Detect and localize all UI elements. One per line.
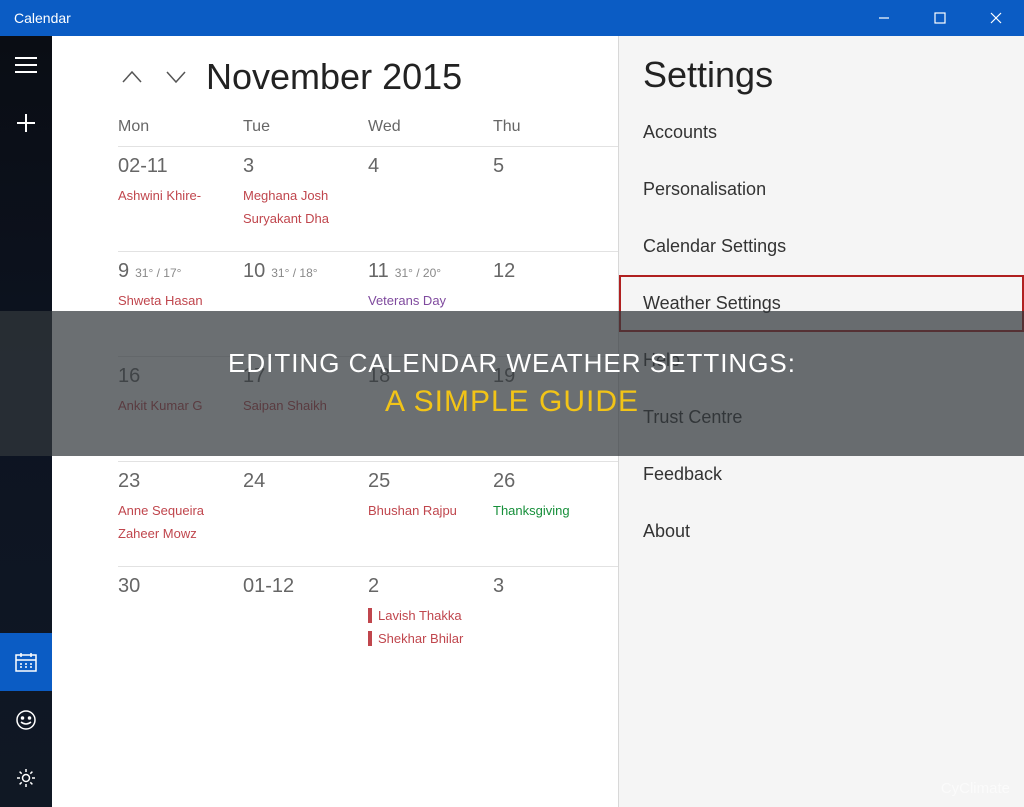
calendar-event[interactable]: Shekhar Bhilar <box>368 631 487 646</box>
day-of-week-header: Tue <box>243 112 368 146</box>
title-bar: Calendar <box>0 0 1024 36</box>
weather-text: 31° / 18° <box>271 266 317 280</box>
calendar-event[interactable]: Ashwini Khire- <box>118 188 237 203</box>
day-number: 25 <box>368 470 390 493</box>
calendar-cell[interactable]: 3 <box>493 567 618 671</box>
calendar-event[interactable]: Bhushan Rajpu <box>368 503 487 518</box>
calendar-cell[interactable]: 2 Lavish Thakka Shekhar Bhilar <box>368 567 493 671</box>
day-number: 16 <box>118 365 140 388</box>
calendar-event[interactable]: Zaheer Mowz <box>118 526 237 541</box>
calendar-event[interactable]: Shweta Hasan <box>118 293 237 308</box>
day-number: 01-12 <box>243 575 294 598</box>
calendar-cell[interactable]: 19 <box>493 357 618 461</box>
settings-panel: Settings AccountsPersonalisationCalendar… <box>618 36 1024 807</box>
day-number: 17 <box>243 365 265 388</box>
settings-icon[interactable] <box>0 749 52 807</box>
calendar-cell[interactable]: 3 Meghana Josh Suryakant Dha <box>243 147 368 251</box>
calendar-cell[interactable]: 16 Ankit Kumar G <box>118 357 243 461</box>
calendar-cell[interactable]: 17 Saipan Shaikh <box>243 357 368 461</box>
minimize-button[interactable] <box>856 0 912 36</box>
settings-title: Settings <box>619 54 1024 104</box>
main-area: November 2015 MonTueWedThu 02-11 Ashwini … <box>52 36 1024 807</box>
settings-item-trust-centre[interactable]: Trust Centre <box>619 389 1024 446</box>
day-number: 9 <box>118 260 129 283</box>
settings-item-feedback[interactable]: Feedback <box>619 446 1024 503</box>
calendar-event[interactable]: Thanksgiving <box>493 503 612 518</box>
maximize-button[interactable] <box>912 0 968 36</box>
calendar-cell[interactable]: 25 Bhushan Rajpu <box>368 462 493 566</box>
calendar-event[interactable]: Ankit Kumar G <box>118 398 237 413</box>
day-of-week-header: Thu <box>493 112 618 146</box>
calendar-cell[interactable]: 9 31° / 17° Shweta Hasan <box>118 252 243 356</box>
calendar-event[interactable]: Suryakant Dha <box>243 211 362 226</box>
prev-month-button[interactable] <box>118 57 146 97</box>
new-event-button[interactable] <box>0 94 52 152</box>
feedback-icon[interactable] <box>0 691 52 749</box>
close-button[interactable] <box>968 0 1024 36</box>
day-number: 3 <box>243 155 254 178</box>
calendar-cell[interactable]: 10 31° / 18° <box>243 252 368 356</box>
day-number: 4 <box>368 155 379 178</box>
day-of-week-header: Wed <box>368 112 493 146</box>
calendar-cell[interactable]: 18 <box>368 357 493 461</box>
calendar-icon[interactable] <box>0 633 52 691</box>
settings-item-help[interactable]: Help <box>619 332 1024 389</box>
calendar-cell[interactable]: 23 Anne Sequeira Zaheer Mowz <box>118 462 243 566</box>
calendar-event[interactable]: Lavish Thakka <box>368 608 487 623</box>
calendar-cell[interactable]: 01-12 <box>243 567 368 671</box>
day-number: 12 <box>493 260 515 283</box>
day-number: 11 <box>368 260 389 283</box>
settings-item-accounts[interactable]: Accounts <box>619 104 1024 161</box>
day-number: 2 <box>368 575 379 598</box>
day-number: 23 <box>118 470 140 493</box>
day-number: 02-11 <box>118 155 168 178</box>
hamburger-menu-button[interactable] <box>0 36 52 94</box>
day-number: 30 <box>118 575 140 598</box>
settings-item-personalisation[interactable]: Personalisation <box>619 161 1024 218</box>
calendar-cell[interactable]: 11 31° / 20° Veterans Day <box>368 252 493 356</box>
calendar-cell[interactable]: 4 <box>368 147 493 251</box>
sidebar <box>0 36 52 807</box>
day-number: 5 <box>493 155 504 178</box>
settings-item-calendar-settings[interactable]: Calendar Settings <box>619 218 1024 275</box>
settings-item-weather-settings[interactable]: Weather Settings <box>619 275 1024 332</box>
calendar-cell[interactable]: 30 <box>118 567 243 671</box>
month-title: November 2015 <box>206 56 462 98</box>
day-number: 24 <box>243 470 265 493</box>
calendar-cell[interactable]: 26 Thanksgiving <box>493 462 618 566</box>
calendar-cell[interactable]: 02-11 Ashwini Khire- <box>118 147 243 251</box>
calendar-event[interactable]: Meghana Josh <box>243 188 362 203</box>
day-number: 10 <box>243 260 265 283</box>
weather-text: 31° / 17° <box>135 266 181 280</box>
app-title: Calendar <box>14 10 71 26</box>
settings-item-about[interactable]: About <box>619 503 1024 560</box>
calendar-event[interactable]: Anne Sequeira <box>118 503 237 518</box>
calendar-event[interactable]: Veterans Day <box>368 293 487 308</box>
weather-text: 31° / 20° <box>395 266 441 280</box>
day-of-week-header: Mon <box>118 112 243 146</box>
calendar-cell[interactable]: 12 <box>493 252 618 356</box>
day-number: 26 <box>493 470 515 493</box>
calendar-event[interactable]: Saipan Shaikh <box>243 398 362 413</box>
day-number: 19 <box>493 365 515 388</box>
calendar-cell[interactable]: 24 <box>243 462 368 566</box>
next-month-button[interactable] <box>162 57 190 97</box>
day-number: 3 <box>493 575 504 598</box>
calendar-cell[interactable]: 5 <box>493 147 618 251</box>
day-number: 18 <box>368 365 390 388</box>
